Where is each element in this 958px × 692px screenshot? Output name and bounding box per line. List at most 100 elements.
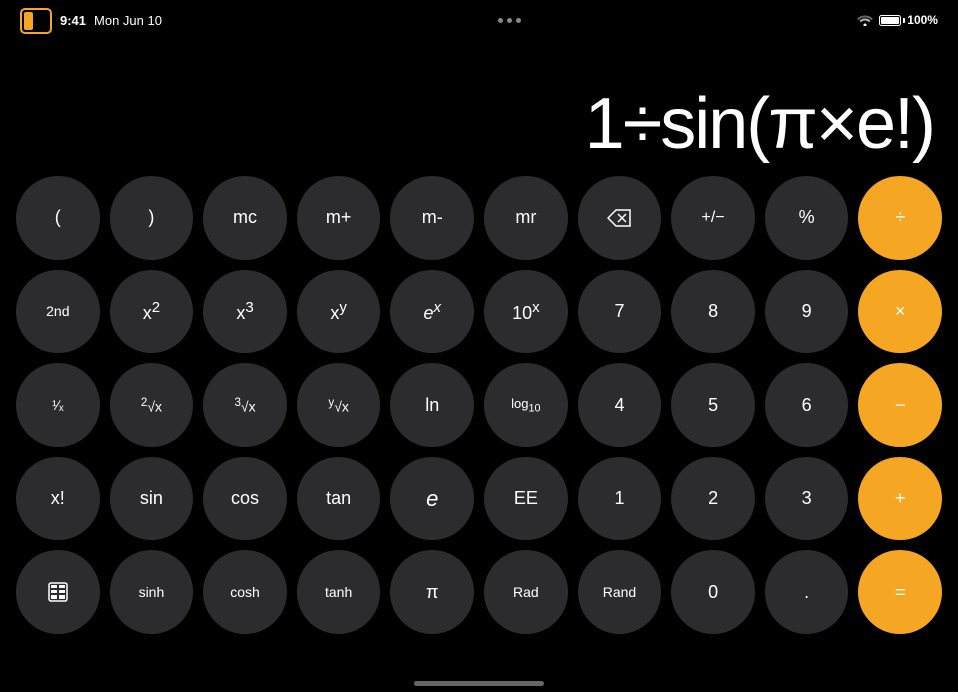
five-button[interactable]: 5: [671, 363, 755, 447]
rad-button[interactable]: Rad: [484, 550, 568, 634]
ten-to-x-label: 10x: [512, 299, 540, 324]
one-button[interactable]: 1: [578, 457, 662, 541]
rand-button[interactable]: Rand: [578, 550, 662, 634]
mc-label: mc: [233, 207, 257, 228]
subtract-button[interactable]: −: [858, 363, 942, 447]
ee-label: EE: [514, 488, 538, 509]
open-paren-label: (: [55, 207, 61, 228]
sinh-button[interactable]: sinh: [110, 550, 194, 634]
one-label: 1: [614, 488, 624, 509]
subtract-label: −: [895, 395, 906, 416]
rad-label: Rad: [513, 584, 539, 600]
cos-button[interactable]: cos: [203, 457, 287, 541]
sidebar-toggle-button[interactable]: [20, 8, 52, 34]
status-right: 100%: [857, 13, 938, 27]
factorial-label: x!: [51, 488, 65, 509]
calculator-icon-btn-button[interactable]: [16, 550, 100, 634]
mr-button[interactable]: mr: [484, 176, 568, 260]
open-paren-button[interactable]: (: [16, 176, 100, 260]
rand-label: Rand: [603, 584, 636, 600]
divide-label: ÷: [895, 207, 905, 228]
three-label: 3: [802, 488, 812, 509]
x-squared-label: x2: [143, 299, 160, 324]
e-to-x-button[interactable]: ex: [390, 270, 474, 354]
four-button[interactable]: 4: [578, 363, 662, 447]
status-date: Mon Jun 10: [94, 13, 162, 28]
battery: 100%: [879, 13, 938, 27]
one-over-x-button[interactable]: ¹∕ₓ: [16, 363, 100, 447]
tanh-button[interactable]: tanh: [297, 550, 381, 634]
home-indicator: [414, 681, 544, 686]
three-button[interactable]: 3: [765, 457, 849, 541]
add-button[interactable]: +: [858, 457, 942, 541]
e-to-x-label: ex: [423, 299, 441, 324]
wifi-icon: [857, 14, 873, 26]
mc-button[interactable]: mc: [203, 176, 287, 260]
second-label: 2nd: [46, 303, 69, 319]
sqrt-button[interactable]: 2√x: [110, 363, 194, 447]
percent-button[interactable]: %: [765, 176, 849, 260]
x-cubed-button[interactable]: x3: [203, 270, 287, 354]
sqrt-label: 2√x: [141, 396, 162, 415]
status-dots: [498, 18, 521, 23]
decimal-label: .: [804, 582, 809, 603]
multiply-button[interactable]: ×: [858, 270, 942, 354]
x-cubed-label: x3: [236, 299, 253, 324]
equals-button[interactable]: =: [858, 550, 942, 634]
factorial-button[interactable]: x!: [16, 457, 100, 541]
pi-button[interactable]: π: [390, 550, 474, 634]
sin-button[interactable]: sin: [110, 457, 194, 541]
divide-button[interactable]: ÷: [858, 176, 942, 260]
cbrt-label: 3√x: [234, 396, 255, 415]
seven-button[interactable]: 7: [578, 270, 662, 354]
sin-label: sin: [140, 488, 163, 509]
zero-label: 0: [708, 582, 718, 603]
ten-to-x-button[interactable]: 10x: [484, 270, 568, 354]
seven-label: 7: [614, 301, 624, 322]
m-plus-label: m+: [326, 207, 352, 228]
six-label: 6: [802, 395, 812, 416]
m-plus-button[interactable]: m+: [297, 176, 381, 260]
close-paren-label: ): [148, 207, 154, 228]
percent-label: %: [799, 207, 815, 228]
one-over-x-label: ¹∕ₓ: [52, 397, 64, 413]
nine-button[interactable]: 9: [765, 270, 849, 354]
status-bar: 9:41 Mon Jun 10 100%: [0, 0, 958, 36]
tan-button[interactable]: tan: [297, 457, 381, 541]
ee-button[interactable]: EE: [484, 457, 568, 541]
two-button[interactable]: 2: [671, 457, 755, 541]
eight-label: 8: [708, 301, 718, 322]
battery-percent: 100%: [907, 13, 938, 27]
equals-label: =: [895, 582, 906, 603]
x-to-y-button[interactable]: xy: [297, 270, 381, 354]
eight-button[interactable]: 8: [671, 270, 755, 354]
x-squared-button[interactable]: x2: [110, 270, 194, 354]
calculator-icon: [47, 581, 69, 603]
five-label: 5: [708, 395, 718, 416]
yth-root-button[interactable]: y√x: [297, 363, 381, 447]
ln-button[interactable]: ln: [390, 363, 474, 447]
backspace-icon: [607, 209, 631, 227]
tanh-label: tanh: [325, 584, 352, 600]
euler-label: e: [426, 486, 438, 512]
sidebar-panel-indicator: [24, 12, 33, 30]
second-button[interactable]: 2nd: [16, 270, 100, 354]
log10-button[interactable]: log10: [484, 363, 568, 447]
plus-minus-label: +/−: [702, 209, 725, 227]
m-minus-button[interactable]: m-: [390, 176, 474, 260]
cbrt-button[interactable]: 3√x: [203, 363, 287, 447]
pi-label: π: [426, 582, 438, 603]
euler-button[interactable]: e: [390, 457, 474, 541]
cosh-button[interactable]: cosh: [203, 550, 287, 634]
six-button[interactable]: 6: [765, 363, 849, 447]
decimal-button[interactable]: .: [765, 550, 849, 634]
zero-button[interactable]: 0: [671, 550, 755, 634]
plus-minus-button[interactable]: +/−: [671, 176, 755, 260]
add-label: +: [895, 488, 906, 509]
multiply-label: ×: [895, 301, 906, 322]
display-expression: 1÷sin(π×e!): [585, 88, 934, 160]
yth-root-label: y√x: [328, 396, 349, 415]
close-paren-button[interactable]: ): [110, 176, 194, 260]
sinh-label: sinh: [139, 584, 165, 600]
backspace-button[interactable]: [578, 176, 662, 260]
